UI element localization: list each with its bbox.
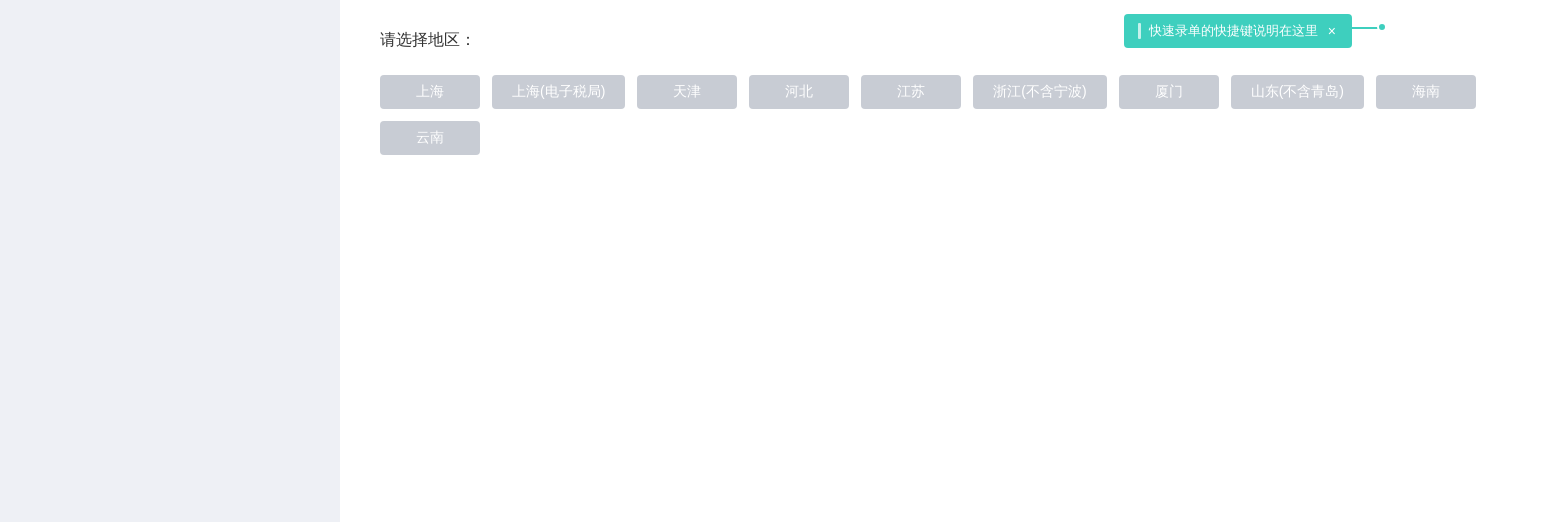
tooltip-bar [1138, 23, 1141, 39]
region-buttons-container: 上海上海(电子税局) 天津河北江苏浙江(不含宁波) 厦门山东(不含青岛) 海南云南 [380, 75, 1522, 155]
tooltip-close-button[interactable]: × [1326, 24, 1338, 38]
region-button[interactable]: 天津 [637, 75, 737, 109]
region-button[interactable]: 河北 [749, 75, 849, 109]
region-button[interactable]: 浙江(不含宁波) [973, 75, 1106, 109]
region-button[interactable]: 上海 [380, 75, 480, 109]
region-button[interactable]: 海南 [1376, 75, 1476, 109]
tooltip-banner: 快速录单的快捷键说明在这里 × [1124, 14, 1352, 48]
region-button[interactable]: 上海(电子税局) [492, 75, 625, 109]
region-button[interactable]: 云南 [380, 121, 480, 155]
region-button[interactable]: 厦门 [1119, 75, 1219, 109]
dot-indicator [1377, 22, 1387, 32]
region-button[interactable]: 山东(不含青岛) [1231, 75, 1364, 109]
left-panel [0, 0, 340, 522]
main-content: 请选择地区： 上海上海(电子税局)天津河北江苏浙江(不含宁波)厦门山东(不含青岛… [340, 0, 1562, 522]
tooltip-text: 快速录单的快捷键说明在这里 [1149, 22, 1318, 40]
region-button[interactable]: 江苏 [861, 75, 961, 109]
